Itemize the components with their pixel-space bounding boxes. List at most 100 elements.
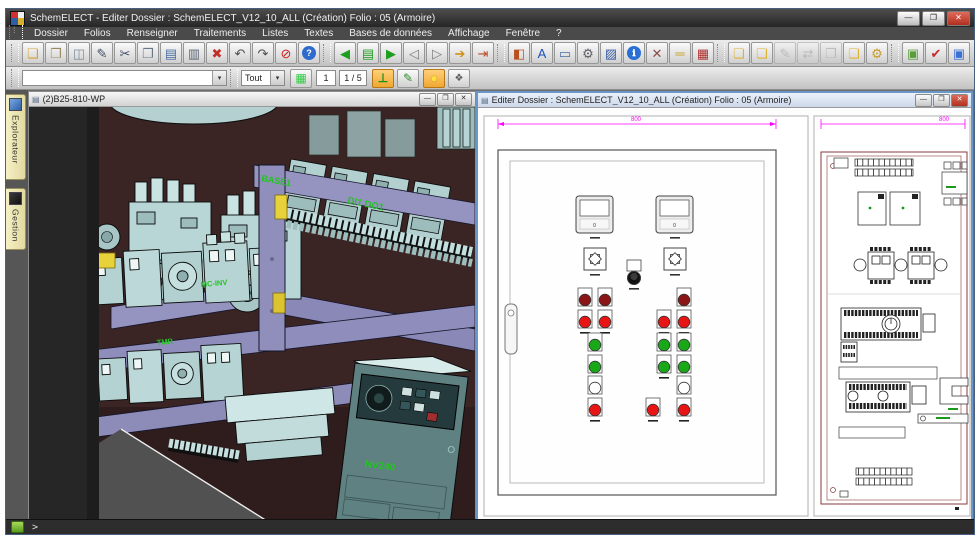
text-frame-icon: ▭ [558, 45, 572, 61]
cut-icon: ✂ [119, 45, 131, 61]
close-button[interactable]: ✕ [455, 92, 472, 106]
status-bar: > [6, 519, 974, 534]
folio-insert-button[interactable]: ❏ [751, 42, 773, 64]
verify-button[interactable]: ✔ [925, 42, 947, 64]
grid-icon: ▦ [295, 71, 307, 85]
3d-view-window: ▤ (2)B25-810-WP — ❐ ✕ BASE1 DI1 DO1 TMR … [28, 91, 476, 519]
image-view-button[interactable]: ▣ [902, 42, 924, 64]
combo-arrow-icon[interactable]: ▾ [270, 71, 284, 85]
close-button[interactable]: ✕ [951, 93, 968, 107]
folio-next-icon: ▶ [386, 45, 396, 61]
hatch-grid-button[interactable]: ▨ [600, 42, 622, 64]
folio-properties-icon: ⚙ [871, 45, 883, 61]
table-remove-button[interactable]: ▦ [692, 42, 714, 64]
tools-button[interactable]: ⚙ [577, 42, 599, 64]
app-icon [10, 10, 25, 26]
folio-list-button[interactable]: ▤ [357, 42, 379, 64]
arrow-previous-button[interactable]: ◁ [403, 42, 425, 64]
level-icon: ⊥ [377, 71, 389, 85]
delete-button[interactable]: ✖ [206, 42, 228, 64]
folio-editor-window: ▤ Editer Dossier : SchemELECT_V12_10_ALL… [476, 91, 973, 519]
combo-arrow-icon[interactable]: ▾ [212, 71, 226, 85]
svg-text:0: 0 [673, 223, 676, 229]
break-symbol-button[interactable]: ✕ [646, 42, 668, 64]
lightbulb-icon: ● [430, 71, 438, 85]
hatch-grid-icon: ▨ [604, 45, 618, 61]
pan-icon: ❖ [454, 72, 464, 84]
stop-button[interactable]: ⊘ [275, 42, 297, 64]
folio-canvas[interactable]: 800 0 0 800 [478, 108, 971, 519]
minimize-button[interactable]: — [419, 92, 436, 106]
menu-item-?[interactable]: ? [548, 28, 570, 39]
folio-properties-button[interactable]: ⚙ [866, 42, 888, 64]
side-tab-strip: Explorateur Gestion [6, 90, 28, 519]
page-indicator: 1 / 5 [339, 70, 367, 86]
cut-button[interactable]: ✂ [114, 42, 136, 64]
draw-tool-button[interactable]: ✎ [397, 68, 419, 88]
folder-open-button[interactable]: ❐ [45, 42, 67, 64]
folio-window-titlebar[interactable]: ▤ Editer Dossier : SchemELECT_V12_10_ALL… [478, 93, 971, 108]
maximize-button[interactable]: ❐ [933, 93, 950, 107]
image-info-button[interactable]: ▣ [948, 42, 970, 64]
menu-item-renseigner[interactable]: Renseigner [119, 28, 186, 39]
folio-previous-button[interactable]: ◀ [334, 42, 356, 64]
minimize-button[interactable]: — [915, 93, 932, 107]
command-prompt[interactable]: > [32, 522, 38, 533]
measure-button[interactable]: ═ [669, 42, 691, 64]
status-icon [11, 521, 24, 533]
folio-copy-button[interactable]: ❐ [820, 42, 842, 64]
menu-item-bases-de-donn-es[interactable]: Bases de données [341, 28, 440, 39]
menu-item-folios[interactable]: Folios [76, 28, 119, 39]
menu-item-dossier[interactable]: Dossier [26, 28, 76, 39]
goto-target-button[interactable]: ⇥ [472, 42, 494, 64]
highlight-tool-button[interactable]: ● [423, 68, 445, 88]
3d-viewport[interactable]: BASE1 DI1 DO1 TMR MC-INV NV240 [29, 107, 475, 519]
maximize-button[interactable]: ❐ [437, 92, 454, 106]
menu-item-affichage[interactable]: Affichage [440, 28, 498, 39]
arrow-next-button[interactable]: ▷ [426, 42, 448, 64]
folio-exchange-button[interactable]: ⇄ [797, 42, 819, 64]
text-button[interactable]: A [531, 42, 553, 64]
maximize-button[interactable]: ❐ [922, 10, 945, 26]
filter-combo[interactable]: Tout ▾ [241, 70, 285, 86]
copy-button[interactable]: ❐ [137, 42, 159, 64]
help-button[interactable]: ? [298, 42, 320, 64]
print-button[interactable]: ▥ [183, 42, 205, 64]
folio-information-button[interactable]: ❏ [843, 42, 865, 64]
edit-page-button[interactable]: ✎ [91, 42, 113, 64]
svg-text:0: 0 [593, 223, 596, 229]
goto-target-icon: ⇥ [477, 45, 489, 61]
arrow-previous-icon: ◁ [409, 45, 419, 61]
component-3d-button[interactable]: ◧ [508, 42, 530, 64]
3d-window-titlebar[interactable]: ▤ (2)B25-810-WP — ❐ ✕ [29, 92, 475, 107]
undo-icon: ↶ [234, 45, 246, 61]
pan-view-button[interactable]: ❖ [448, 68, 470, 88]
document-icon: ▤ [32, 94, 40, 104]
close-button[interactable]: ✕ [947, 10, 970, 26]
copy-icon: ❐ [142, 45, 154, 61]
menu-item-textes[interactable]: Textes [296, 28, 341, 39]
document-new-button[interactable]: ❏ [22, 42, 44, 64]
text-frame-button[interactable]: ▭ [554, 42, 576, 64]
menu-item-traitements[interactable]: Traitements [186, 28, 254, 39]
menu-item-fen-tre[interactable]: Fenêtre [498, 28, 548, 39]
undo-button[interactable]: ↶ [229, 42, 251, 64]
info-button[interactable]: ℹ [623, 42, 645, 64]
page-input[interactable]: 1 [316, 70, 336, 86]
folio-edit-button[interactable]: ✎ [774, 42, 796, 64]
level-tool-button[interactable]: ⊥ [372, 68, 394, 88]
folio-next-button[interactable]: ▶ [380, 42, 402, 64]
redo-button[interactable]: ↷ [252, 42, 274, 64]
menu-item-listes[interactable]: Listes [254, 28, 296, 39]
sidebar-tab-gestion[interactable]: Gestion [6, 188, 26, 250]
goto-reference-button[interactable]: ➔ [449, 42, 471, 64]
document-new-icon: ❏ [27, 45, 39, 61]
paste-button[interactable]: ▤ [160, 42, 182, 64]
folio-new-button[interactable]: ❏ [728, 42, 750, 64]
folio-window-title: Editer Dossier : SchemELECT_V12_10_ALL (… [491, 95, 792, 105]
grid-toggle-button[interactable]: ▦ [290, 68, 312, 88]
sidebar-tab-explorateur[interactable]: Explorateur [6, 94, 26, 180]
minimize-button[interactable]: — [897, 10, 920, 26]
save-button[interactable]: ◫ [68, 42, 90, 64]
address-combo[interactable]: ▾ [22, 70, 227, 86]
